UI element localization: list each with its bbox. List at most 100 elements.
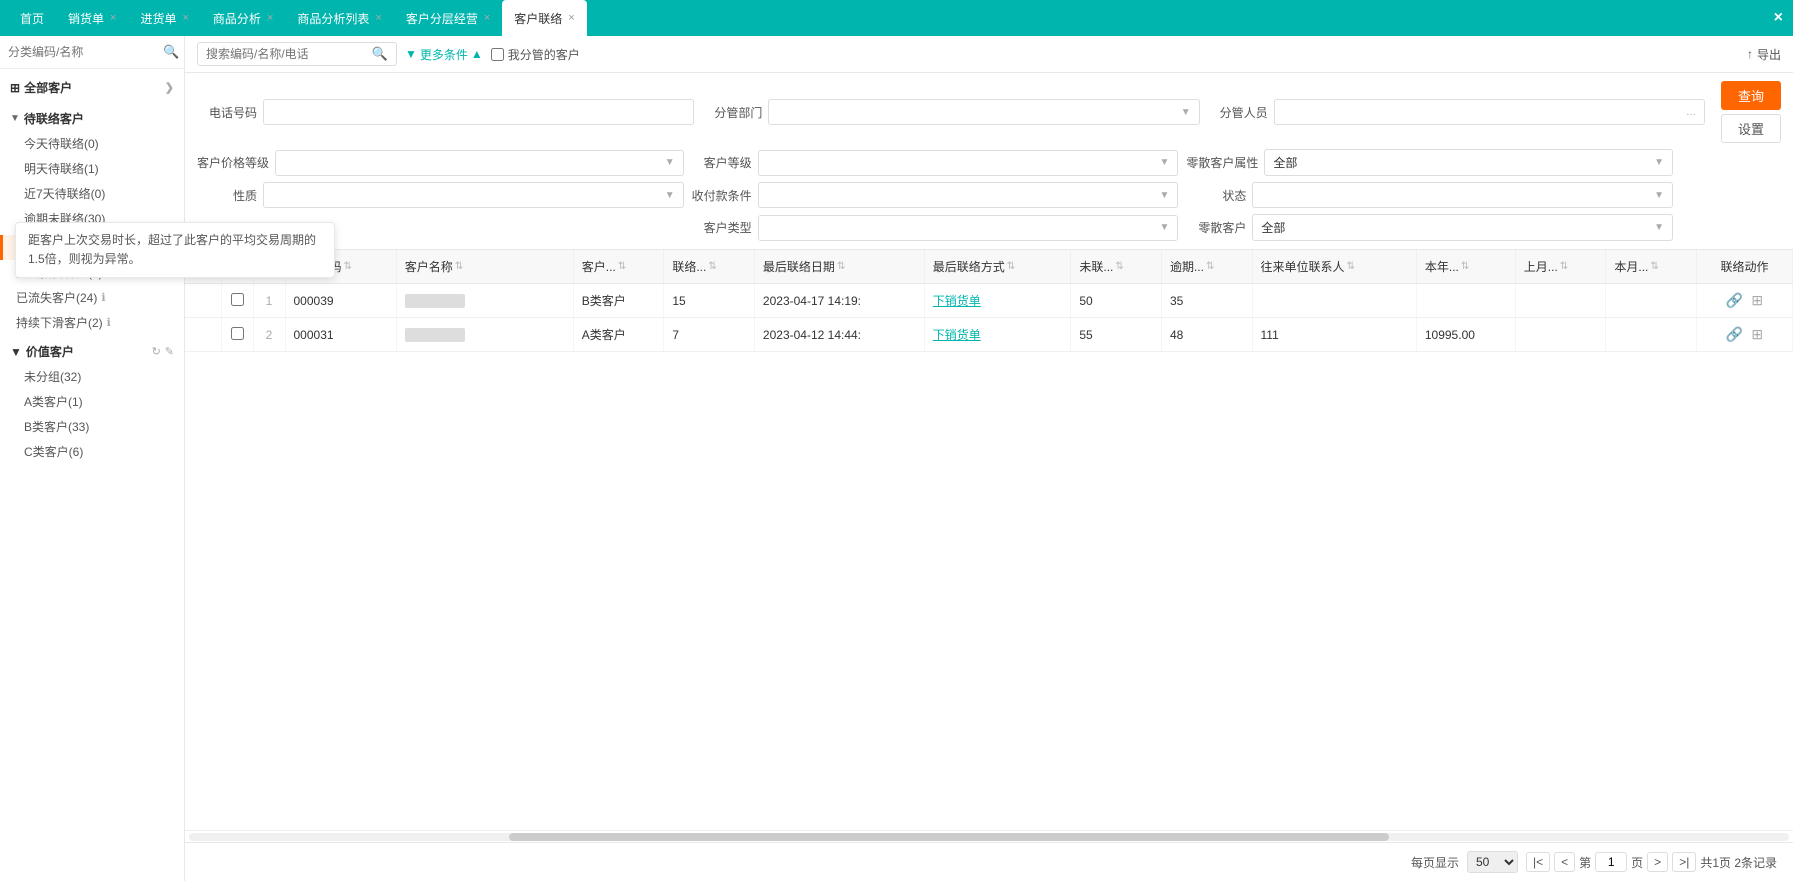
page-number-input[interactable] (1595, 852, 1627, 872)
close-all-button[interactable]: × (1774, 9, 1783, 27)
th-contact[interactable]: 联络... ⇅ (664, 250, 755, 284)
advanced-filter-panel: 电话号码 分管部门 ▼ 分管人员 … (185, 73, 1793, 250)
tooltip-text: 距客户上次交易时长，超过了此客户的平均交易周期的1.5倍，则视为异常。 (28, 233, 316, 266)
sidebar-item-today[interactable]: 今天待联络(0) (0, 131, 184, 156)
export-icon: ↑ (1747, 47, 1753, 61)
th-this-year[interactable]: 本年... ⇅ (1416, 250, 1515, 284)
row-checkbox-1[interactable] (231, 293, 244, 306)
sidebar-item-class-c[interactable]: C类客户(6) (0, 439, 184, 464)
tab-customer-contact[interactable]: 客户联络 × (502, 0, 586, 36)
all-customers-header[interactable]: ⊞ 全部客户 ❯ (0, 73, 184, 102)
sidebar-item-class-a[interactable]: A类客户(1) (0, 389, 184, 414)
settings-button[interactable]: 设置 (1721, 114, 1781, 143)
sidebar-item-7days[interactable]: 近7天待联络(0) (0, 181, 184, 206)
td-last-method-2[interactable]: 下销货单 (924, 318, 1071, 352)
price-level-select[interactable]: ▼ (275, 150, 684, 176)
manager-select[interactable]: … (1274, 99, 1705, 125)
tab-analysis[interactable]: 商品分析 × (201, 0, 285, 36)
sidebar-collapse-icon[interactable]: ❯ (165, 81, 174, 94)
td-last-method-1[interactable]: 下销货单 (924, 284, 1071, 318)
edit-icon[interactable]: ✎ (165, 345, 174, 358)
already-lost-label: 已流失客户(24) (16, 289, 97, 306)
th-unit-contact[interactable]: 往来单位联系人 ⇅ (1252, 250, 1416, 284)
td-level-1: B类客户 (573, 284, 664, 318)
filter-row-3: 性质 ▼ 收付款条件 ▼ 状态 (197, 182, 1781, 208)
th-name[interactable]: 客户名称 ⇅ (396, 250, 573, 284)
prev-page-button[interactable]: < (1554, 852, 1575, 872)
arrow-down-icon: ▼ (10, 113, 20, 124)
tab-sales-close[interactable]: × (110, 12, 116, 24)
search-input[interactable] (206, 47, 372, 61)
retail-attr-select[interactable]: 全部 ▼ (1264, 149, 1673, 176)
tab-customer-mgmt[interactable]: 客户分层经营 × (394, 0, 502, 36)
retail-customer-select[interactable]: 全部 ▼ (1252, 214, 1673, 241)
last-method-link-2[interactable]: 下销货单 (933, 328, 981, 342)
refresh-icon[interactable]: ↻ (152, 345, 161, 358)
sidebar-search-input[interactable] (8, 45, 163, 59)
th-last-method[interactable]: 最后联络方式 ⇅ (924, 250, 1071, 284)
row-checkbox-2[interactable] (231, 327, 244, 340)
status-label: 状态 (1186, 187, 1246, 204)
status-select[interactable]: ▼ (1252, 182, 1673, 208)
gender-select[interactable]: ▼ (263, 182, 684, 208)
next-page-button[interactable]: > (1647, 852, 1668, 872)
scrollbar-thumb[interactable] (509, 833, 1389, 841)
sidebar-content: ⊞ 全部客户 ❯ ▼ 待联络客户 今天待联络(0) 明天待联络(1) 近7天待联… (0, 69, 184, 881)
phone-input[interactable] (263, 99, 694, 125)
payment-arrow: ▼ (1159, 190, 1169, 201)
sidebar-item-tomorrow[interactable]: 明天待联络(1) (0, 156, 184, 181)
customer-level-select[interactable]: ▼ (758, 150, 1179, 176)
retail-attr-arrow: ▼ (1654, 157, 1664, 168)
horizontal-scrollbar[interactable] (185, 830, 1793, 842)
tab-purchase-close[interactable]: × (182, 12, 188, 24)
tab-sales[interactable]: 销货单 × (56, 0, 128, 36)
content-area: 🔍 ▼ 更多条件 ▲ 我分管的客户 ↑ 导出 (185, 36, 1793, 881)
tab-analysis-label: 商品分析 (213, 10, 261, 27)
tab-customer-contact-close[interactable]: × (568, 12, 574, 24)
action-grid-icon-2[interactable]: ⊞ (1751, 326, 1763, 343)
sidebar-item-ungroup[interactable]: 未分组(32) (0, 364, 184, 389)
sidebar-item-class-b[interactable]: B类客户(33) (0, 414, 184, 439)
payment-select[interactable]: ▼ (758, 182, 1179, 208)
declining-label: 持续下滑客户(2) (16, 314, 103, 331)
action-link-icon-2[interactable]: 🔗 (1726, 326, 1743, 343)
tab-purchase[interactable]: 进货单 × (128, 0, 200, 36)
sidebar-group-pending-title[interactable]: ▼ 待联络客户 (0, 106, 184, 131)
already-lost-info-icon: ℹ (101, 291, 105, 304)
action-link-icon-1[interactable]: 🔗 (1726, 292, 1743, 309)
filter-icon: ▼ (405, 47, 417, 61)
first-page-button[interactable]: |< (1526, 852, 1550, 872)
last-date-sort-icon: ⇅ (837, 261, 845, 272)
query-button[interactable]: 查询 (1721, 81, 1781, 110)
th-last-date[interactable]: 最后联络日期 ⇅ (754, 250, 924, 284)
export-button[interactable]: ↑ 导出 (1747, 46, 1781, 63)
my-customers-checkbox[interactable] (491, 48, 504, 61)
manager-label: 分管人员 (1208, 104, 1268, 121)
tab-analysis-list[interactable]: 商品分析列表 × (285, 0, 393, 36)
tab-analysis-list-close[interactable]: × (375, 12, 381, 24)
last-page-button[interactable]: >| (1672, 852, 1696, 872)
tab-analysis-close[interactable]: × (267, 12, 273, 24)
last-method-link-1[interactable]: 下销货单 (933, 294, 981, 308)
th-last-month[interactable]: 上月... ⇅ (1515, 250, 1606, 284)
per-page-select[interactable]: 50 100 200 (1467, 851, 1518, 873)
chevron-up-icon: ▲ (471, 47, 483, 61)
action-icons-1: 🔗 ⊞ (1705, 292, 1784, 309)
all-customers-label: 全部客户 (24, 79, 72, 96)
sidebar-group-value-header[interactable]: ▼ 价值客户 ↻ ✎ (0, 339, 184, 364)
tab-customer-mgmt-close[interactable]: × (484, 12, 490, 24)
th-level[interactable]: 客户... ⇅ (573, 250, 664, 284)
tab-home[interactable]: 首页 (8, 0, 56, 36)
th-uncontacted[interactable]: 未联... ⇅ (1071, 250, 1162, 284)
search-icon[interactable]: 🔍 (372, 46, 388, 62)
th-overdue[interactable]: 逾期... ⇅ (1161, 250, 1252, 284)
th-this-month[interactable]: 本月... ⇅ (1606, 250, 1697, 284)
more-conditions-label: 更多条件 (420, 46, 468, 63)
more-conditions-button[interactable]: ▼ 更多条件 ▲ (405, 46, 483, 63)
customer-type-select[interactable]: ▼ (758, 215, 1179, 241)
sidebar-item-already-lost[interactable]: 已流失客户(24) ℹ (0, 285, 184, 310)
sidebar-item-declining[interactable]: 持续下滑客户(2) ℹ (0, 310, 184, 335)
action-grid-icon-1[interactable]: ⊞ (1751, 292, 1763, 309)
dept-select[interactable]: ▼ (768, 99, 1199, 125)
sidebar-search-icon[interactable]: 🔍 (163, 44, 179, 60)
